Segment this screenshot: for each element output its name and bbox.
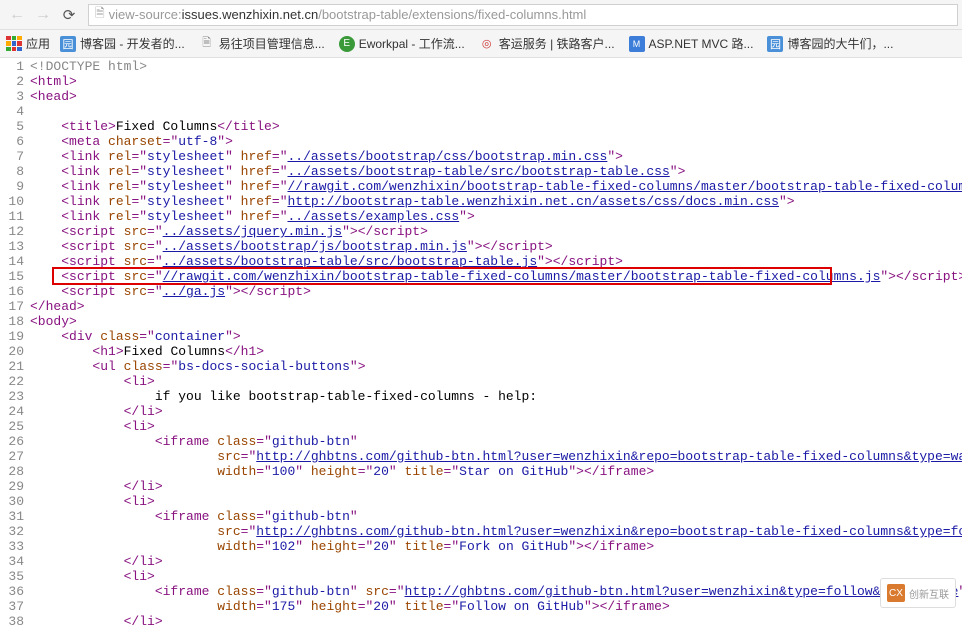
code-line: if you like bootstrap-table-fixed-column… <box>30 389 962 404</box>
bookmark-label: 易往项目管理信息... <box>219 35 325 52</box>
code-line: src="http://ghbtns.com/github-btn.html?u… <box>30 449 962 464</box>
apps-label: 应用 <box>26 35 50 52</box>
code-line: <iframe class="github-btn" src="http://g… <box>30 584 962 599</box>
code-line: <script src="../assets/bootstrap-table/s… <box>30 254 962 269</box>
code-line: <iframe class="github-btn" <box>30 434 962 449</box>
code-line: <!DOCTYPE html> <box>30 59 962 74</box>
code-line: <li> <box>30 569 962 584</box>
reload-button[interactable]: ⟳ <box>56 3 82 27</box>
bookmark-label: 博客园 - 开发者的... <box>80 35 185 52</box>
code-line: <iframe class="github-btn" <box>30 509 962 524</box>
source-link[interactable]: http://bootstrap-table.wenzhixin.net.cn/… <box>288 194 779 209</box>
browser-toolbar: ← → ⟳ 🗎 view-source: issues.wenzhixin.ne… <box>0 0 962 30</box>
bookmark-icon: 园 <box>60 36 76 52</box>
source-link[interactable]: http://ghbtns.com/github-btn.html?user=w… <box>256 449 962 464</box>
code-line: <title>Fixed Columns</title> <box>30 119 962 134</box>
code-line: <li> <box>30 374 962 389</box>
bookmark-item[interactable]: 园博客园的大牛们，... <box>767 35 893 52</box>
bookmark-icon: ◎ <box>479 36 495 52</box>
code-line: <script src="../ga.js"></script> <box>30 284 962 299</box>
source-link[interactable]: ../assets/bootstrap/css/bootstrap.min.cs… <box>288 149 608 164</box>
code-line: </li> <box>30 479 962 494</box>
code-line: <meta charset="utf-8"> <box>30 134 962 149</box>
code-line: </li> <box>30 554 962 569</box>
code-line <box>30 104 962 119</box>
bookmark-item[interactable]: 园博客园 - 开发者的... <box>60 35 185 52</box>
url-host: issues.wenzhixin.net.cn <box>182 7 319 22</box>
code-line: <head> <box>30 89 962 104</box>
code-line: <li> <box>30 419 962 434</box>
url-path: /bootstrap-table/extensions/fixed-column… <box>318 7 586 22</box>
code-line: </head> <box>30 299 962 314</box>
source-link[interactable]: ../assets/jquery.min.js <box>163 224 342 239</box>
code-content[interactable]: <!DOCTYPE html><html><head> <title>Fixed… <box>30 59 962 629</box>
source-view: 1234567891011121314151617181920212223242… <box>0 58 962 629</box>
source-link[interactable]: ../assets/bootstrap-table/src/bootstrap-… <box>288 164 670 179</box>
code-line: <div class="container"> <box>30 329 962 344</box>
code-line: <body> <box>30 314 962 329</box>
code-line: </li> <box>30 404 962 419</box>
code-line: <script src="../assets/bootstrap/js/boot… <box>30 239 962 254</box>
source-link[interactable]: ../assets/bootstrap-table/src/bootstrap-… <box>163 254 537 269</box>
code-line: <link rel="stylesheet" href="http://boot… <box>30 194 962 209</box>
page-icon: 🗎 <box>95 4 105 25</box>
watermark-text: 创新互联 <box>909 586 949 601</box>
code-line: <link rel="stylesheet" href="//rawgit.co… <box>30 179 962 194</box>
source-link[interactable]: //rawgit.com/wenzhixin/bootstrap-table-f… <box>288 179 962 194</box>
source-link[interactable]: //rawgit.com/wenzhixin/bootstrap-table-f… <box>163 269 881 284</box>
code-line: <link rel="stylesheet" href="../assets/e… <box>30 209 962 224</box>
bookmark-label: 客运服务 | 铁路客户... <box>499 35 615 52</box>
source-link[interactable]: ../assets/examples.css <box>288 209 460 224</box>
source-link[interactable]: http://ghbtns.com/github-btn.html?user=w… <box>405 584 959 599</box>
source-link[interactable]: ../ga.js <box>163 284 225 299</box>
watermark-logo-icon: CX <box>887 584 905 602</box>
bookmark-item[interactable]: ◎客运服务 | 铁路客户... <box>479 35 615 52</box>
code-line: <h1>Fixed Columns</h1> <box>30 344 962 359</box>
source-link[interactable]: ../assets/bootstrap/js/bootstrap.min.js <box>163 239 467 254</box>
bookmark-icon: 🗎 <box>199 36 215 52</box>
source-link[interactable]: http://ghbtns.com/github-btn.html?user=w… <box>256 524 962 539</box>
code-line: </li> <box>30 614 962 629</box>
bookmark-icon: E <box>339 36 355 52</box>
code-line: width="175" height="20" title="Follow on… <box>30 599 962 614</box>
bookmark-item[interactable]: EEworkpal - 工作流... <box>339 35 465 52</box>
bookmark-item[interactable]: MASP.NET MVC 路... <box>629 35 754 52</box>
address-bar[interactable]: 🗎 view-source: issues.wenzhixin.net.cn /… <box>88 4 958 26</box>
apps-grid-icon <box>6 36 22 52</box>
bookmark-icon: M <box>629 36 645 52</box>
line-gutter: 1234567891011121314151617181920212223242… <box>0 59 30 629</box>
url-prefix: view-source: <box>109 7 182 22</box>
code-line: src="http://ghbtns.com/github-btn.html?u… <box>30 524 962 539</box>
watermark: CX 创新互联 <box>880 578 956 608</box>
bookmark-label: Eworkpal - 工作流... <box>359 35 465 52</box>
forward-button[interactable]: → <box>30 3 56 27</box>
bookmark-item[interactable]: 🗎易往项目管理信息... <box>199 35 325 52</box>
code-line: <script src="//rawgit.com/wenzhixin/boot… <box>30 269 962 284</box>
bookmark-label: 博客园的大牛们，... <box>787 35 893 52</box>
apps-button[interactable]: 应用 <box>6 35 50 52</box>
code-line: <li> <box>30 494 962 509</box>
bookmark-label: ASP.NET MVC 路... <box>649 35 754 52</box>
bookmarks-bar: 应用 园博客园 - 开发者的...🗎易往项目管理信息...EEworkpal -… <box>0 30 962 58</box>
back-button[interactable]: ← <box>4 3 30 27</box>
code-line: width="100" height="20" title="Star on G… <box>30 464 962 479</box>
code-line: <script src="../assets/jquery.min.js"></… <box>30 224 962 239</box>
code-line: <html> <box>30 74 962 89</box>
code-line: <link rel="stylesheet" href="../assets/b… <box>30 164 962 179</box>
code-line: <link rel="stylesheet" href="../assets/b… <box>30 149 962 164</box>
code-line: <ul class="bs-docs-social-buttons"> <box>30 359 962 374</box>
code-line: width="102" height="20" title="Fork on G… <box>30 539 962 554</box>
bookmark-icon: 园 <box>767 36 783 52</box>
